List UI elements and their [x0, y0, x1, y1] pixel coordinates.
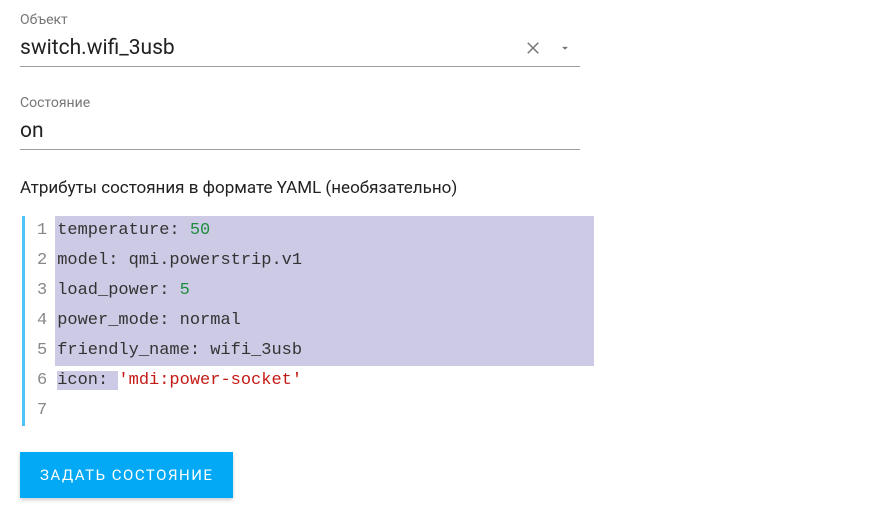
entity-field-group: Объект [20, 12, 857, 67]
entity-input-row [20, 34, 580, 67]
code-line[interactable]: model: qmi.powerstrip.v1 [55, 246, 594, 276]
code-line[interactable]: temperature: 50 [55, 216, 594, 246]
close-icon [524, 39, 542, 57]
state-field-group: Состояние [20, 95, 857, 150]
line-number: 2 [37, 246, 47, 276]
code-line[interactable]: icon: 'mdi:power-socket' [55, 366, 594, 396]
line-number: 5 [37, 336, 47, 366]
yaml-editor[interactable]: 1234567 temperature: 50model: qmi.powers… [22, 216, 594, 426]
line-number: 3 [37, 276, 47, 306]
code-line[interactable]: load_power: 5 [55, 276, 594, 306]
line-number: 1 [37, 216, 47, 246]
entity-input[interactable] [20, 34, 516, 62]
chevron-down-icon [558, 41, 572, 55]
dropdown-button[interactable] [550, 37, 580, 59]
code-body[interactable]: temperature: 50model: qmi.powerstrip.v1l… [55, 216, 594, 426]
code-line[interactable] [55, 396, 594, 426]
set-state-button[interactable]: ЗАДАТЬ СОСТОЯНИЕ [20, 452, 233, 498]
line-number: 7 [37, 396, 47, 426]
line-gutter: 1234567 [25, 216, 55, 426]
state-label: Состояние [20, 95, 857, 111]
line-number: 4 [37, 306, 47, 336]
attributes-heading: Атрибуты состояния в формате YAML (необя… [20, 178, 857, 198]
entity-label: Объект [20, 12, 857, 28]
state-input-row [20, 117, 580, 150]
state-input[interactable] [20, 117, 288, 145]
code-line[interactable]: power_mode: normal [55, 306, 594, 336]
line-number: 6 [37, 366, 47, 396]
code-line[interactable]: friendly_name: wifi_3usb [55, 336, 594, 366]
clear-button[interactable] [516, 35, 550, 61]
